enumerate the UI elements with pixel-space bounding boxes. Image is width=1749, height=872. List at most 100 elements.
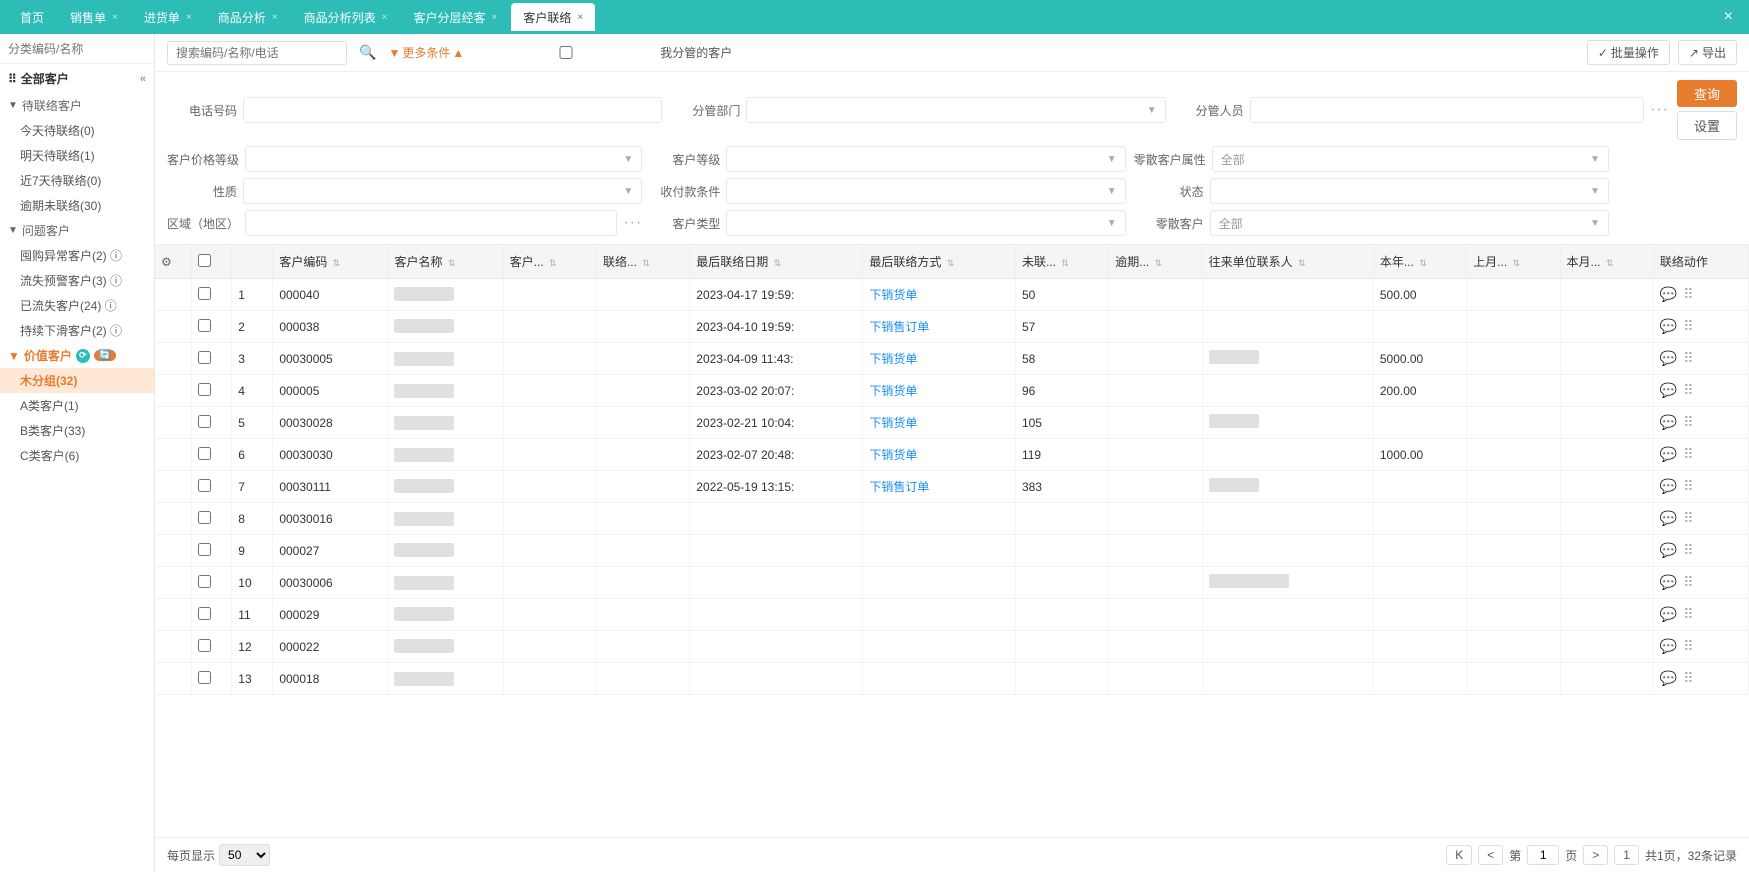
row-checkbox[interactable] [198,319,211,332]
sidebar-item-abnormal[interactable]: 囤购异常客户(2) ⓘ [0,243,154,268]
grid-action-icon[interactable]: ⠿ [1683,350,1693,367]
td-checkbox[interactable] [191,279,232,311]
sidebar-item-churned[interactable]: 已流失客户(24) ⓘ [0,293,154,318]
refresh-badge[interactable]: ⟳ [76,349,90,363]
col-code[interactable]: 客户编码 ⇅ [273,245,388,279]
method-link[interactable]: 下销货单 [869,352,917,366]
row-checkbox[interactable] [198,351,211,364]
col-last-date[interactable]: 最后联络日期 ⇅ [690,245,863,279]
chat-icon[interactable]: 💬 [1660,318,1677,335]
td-checkbox[interactable] [191,343,232,375]
td-checkbox[interactable] [191,311,232,343]
tab-sales[interactable]: 销售单 × [58,3,130,31]
per-page-select[interactable]: 50 100 200 [219,844,270,866]
chat-icon[interactable]: 💬 [1660,670,1677,687]
close-goods-icon[interactable]: × [272,12,278,23]
row-checkbox[interactable] [198,383,211,396]
settings-icon[interactable]: ⚙ [161,255,172,269]
prev-page-button[interactable]: < [1478,845,1503,865]
my-customers-check[interactable] [476,46,656,59]
manager-dots[interactable]: ··· [1650,101,1669,119]
td-checkbox[interactable] [191,599,232,631]
tab-goods-analysis[interactable]: 商品分析 × [206,3,290,31]
sidebar-search-input[interactable] [8,42,155,56]
row-checkbox[interactable] [198,287,211,300]
grid-action-icon[interactable]: ⠿ [1683,446,1693,463]
close-contact-icon[interactable]: × [577,12,583,23]
chat-icon[interactable]: 💬 [1660,638,1677,655]
grid-action-icon[interactable]: ⠿ [1683,478,1693,495]
method-link[interactable]: 下销货单 [869,416,917,430]
chat-icon[interactable]: 💬 [1660,350,1677,367]
col-name[interactable]: 客户名称 ⇅ [388,245,503,279]
row-checkbox[interactable] [198,671,211,684]
grid-action-icon[interactable]: ⠿ [1683,510,1693,527]
col-type[interactable]: 客户... ⇅ [503,245,596,279]
row-checkbox[interactable] [198,415,211,428]
sidebar-item-no-group[interactable]: 木分组(32) [0,368,154,393]
td-checkbox[interactable] [191,439,232,471]
grid-action-icon[interactable]: ⠿ [1683,670,1693,687]
method-link[interactable]: 下销售订单 [869,320,929,334]
retail-select[interactable]: 全部 ▼ [1210,210,1609,236]
sidebar-item-declining[interactable]: 持续下滑客户(2) ⓘ [0,318,154,343]
method-link[interactable]: 下销售订单 [869,480,929,494]
sidebar-item-tomorrow-pending[interactable]: 明天待联络(1) [0,143,154,168]
close-purchase-icon[interactable]: × [186,12,192,23]
problem-customer-group[interactable]: ▼ 问题客户 [0,218,154,243]
method-link[interactable]: 下销货单 [869,448,917,462]
customer-grade-select[interactable]: ▼ [726,146,1125,172]
chat-icon[interactable]: 💬 [1660,478,1677,495]
tab-goods-list[interactable]: 商品分析列表 × [292,3,400,31]
close-goods-list-icon[interactable]: × [382,12,388,23]
my-customers-checkbox[interactable]: 我分管的客户 [476,44,732,61]
next-page-button[interactable]: > [1583,845,1608,865]
row-checkbox[interactable] [198,479,211,492]
td-checkbox[interactable] [191,503,232,535]
row-checkbox[interactable] [198,575,211,588]
export-button[interactable]: ↗ 导出 [1678,40,1737,65]
window-close-button[interactable]: × [1716,8,1741,26]
all-customers-header[interactable]: ⠿ 全部客户 « [0,64,154,93]
reset-button[interactable]: 设置 [1677,111,1737,140]
more-conditions-button[interactable]: ▼ 更多条件 ▲ [388,44,464,61]
value-customer-group[interactable]: ▼ 价值客户 ⟳ 🔄 [0,343,154,368]
grid-action-icon[interactable]: ⠿ [1683,542,1693,559]
td-checkbox[interactable] [191,631,232,663]
chat-icon[interactable]: 💬 [1660,382,1677,399]
grid-action-icon[interactable]: ⠿ [1683,286,1693,303]
sidebar-item-overdue-pending[interactable]: 逾期未联络(30) [0,193,154,218]
grid-action-icon[interactable]: ⠿ [1683,382,1693,399]
col-this-month[interactable]: 本月... ⇅ [1560,245,1653,279]
method-link[interactable]: 下销货单 [869,384,917,398]
tab-home[interactable]: 首页 [8,3,56,31]
grid-action-icon[interactable]: ⠿ [1683,638,1693,655]
method-link[interactable]: 下销货单 [869,288,917,302]
manager-input[interactable] [1250,97,1644,123]
col-this-year[interactable]: 本年... ⇅ [1373,245,1466,279]
col-contact-person[interactable]: 往来单位联系人 ⇅ [1202,245,1373,279]
pending-contact-group[interactable]: ▼ 待联络客户 [0,93,154,118]
tab-purchase[interactable]: 进货单 × [132,3,204,31]
last-page-button[interactable]: 1 [1614,845,1639,865]
td-checkbox[interactable] [191,471,232,503]
col-settings[interactable]: ⚙ [155,245,191,279]
grid-action-icon[interactable]: ⠿ [1683,414,1693,431]
td-checkbox[interactable] [191,375,232,407]
chat-icon[interactable]: 💬 [1660,574,1677,591]
sidebar-item-churn-warning[interactable]: 流失预警客户(3) ⓘ [0,268,154,293]
select-all-checkbox[interactable] [198,254,211,267]
nature-select[interactable]: ▼ [243,178,642,204]
col-overdue[interactable]: 逾期... ⇅ [1109,245,1202,279]
filter-search-icon[interactable]: 🔍 [359,44,376,61]
close-sales-icon[interactable]: × [112,12,118,23]
td-checkbox[interactable] [191,535,232,567]
customer-type-select[interactable]: ▼ [726,210,1125,236]
chat-icon[interactable]: 💬 [1660,542,1677,559]
sidebar-item-class-b[interactable]: B类客户(33) [0,418,154,443]
col-last-method[interactable]: 最后联络方式 ⇅ [863,245,1016,279]
td-checkbox[interactable] [191,567,232,599]
region-dots[interactable]: ··· [623,214,642,232]
page-input[interactable] [1527,845,1559,865]
chat-icon[interactable]: 💬 [1660,510,1677,527]
